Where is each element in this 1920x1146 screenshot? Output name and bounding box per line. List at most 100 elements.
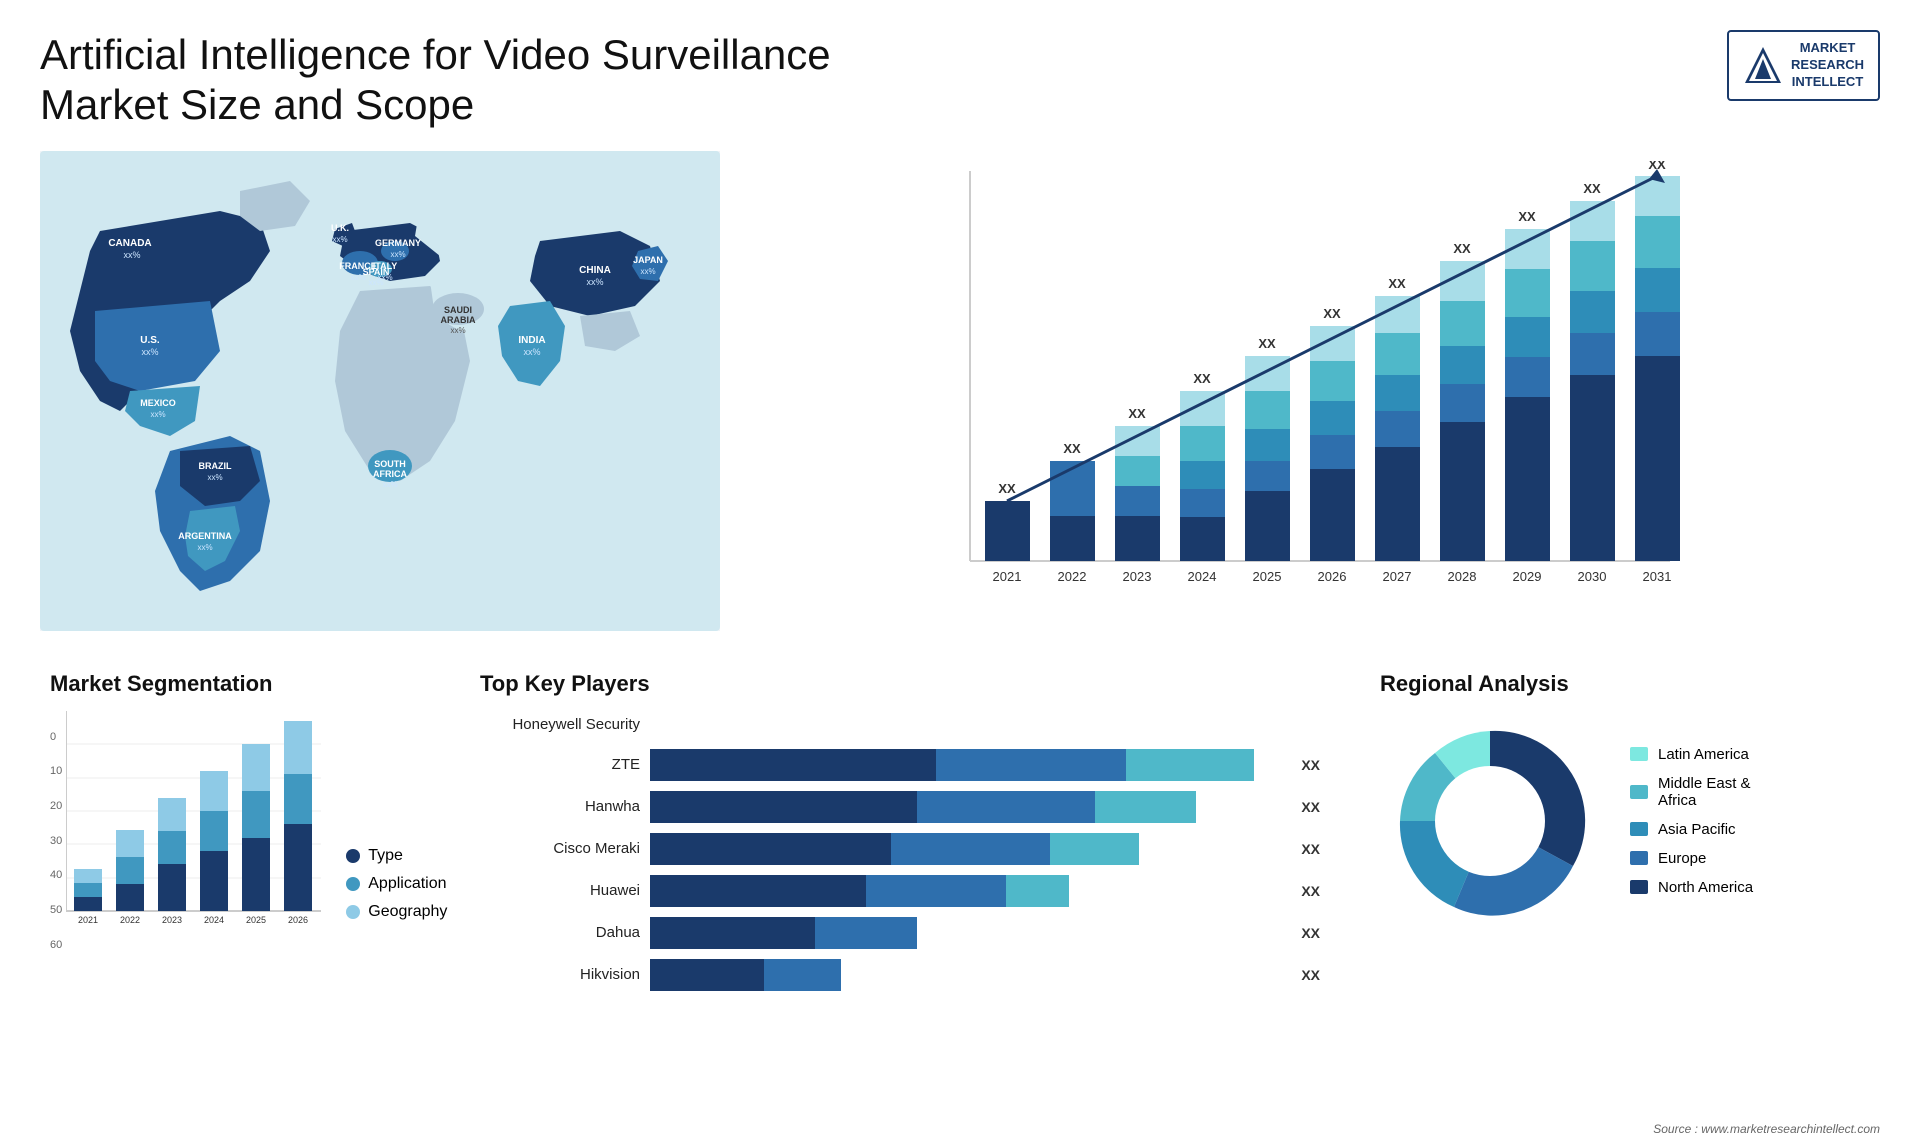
seg-y-labels: 60 50 40 30 20 10 0 [50, 731, 62, 951]
svg-text:2028: 2028 [1448, 569, 1477, 584]
regional-legend: Latin America Middle East &Africa Asia P… [1630, 746, 1753, 896]
svg-text:ARGENTINA: ARGENTINA [178, 531, 232, 541]
player-name-hanwha: Hanwha [480, 798, 640, 815]
legend-na-label: North America [1658, 879, 1753, 896]
player-bar-hanwha [650, 791, 1285, 823]
svg-text:XX: XX [1323, 306, 1341, 321]
svg-text:2023: 2023 [162, 915, 182, 925]
svg-text:xx%: xx% [377, 273, 392, 282]
bar-seg1-zte [650, 749, 936, 781]
svg-text:xx%: xx% [141, 347, 158, 357]
regional-title: Regional Analysis [1380, 671, 1860, 697]
svg-text:SOUTH: SOUTH [374, 459, 406, 469]
svg-text:SAUDI: SAUDI [444, 305, 472, 315]
legend-geography-label: Geography [368, 903, 447, 921]
svg-text:U.S.: U.S. [140, 335, 160, 346]
player-value-hanwha: XX [1301, 799, 1320, 815]
bar-seg2-hikvision [764, 959, 840, 991]
growth-bar-chart: XX 2021 XX 2022 [760, 161, 1860, 621]
player-name-cisco: Cisco Meraki [480, 840, 640, 857]
legend-type: Type [346, 847, 447, 865]
legend-application: Application [346, 875, 447, 893]
player-bar-dahua [650, 917, 1285, 949]
bar-seg1-cisco [650, 833, 891, 865]
svg-text:2026: 2026 [1318, 569, 1347, 584]
header: Artificial Intelligence for Video Survei… [40, 30, 1880, 131]
svg-text:XX: XX [1518, 209, 1536, 224]
svg-text:2026: 2026 [288, 915, 308, 925]
players-chart: Honeywell Security ZTE XX Hanwha [480, 711, 1320, 991]
regional-section: Regional Analysis [1360, 661, 1880, 1011]
svg-text:CANADA: CANADA [108, 238, 151, 249]
svg-text:xx%: xx% [382, 480, 397, 489]
logo: MARKETRESEARCHINTELLECT [1727, 30, 1880, 101]
logo-icon [1743, 45, 1783, 85]
svg-text:2029: 2029 [1513, 569, 1542, 584]
legend-latin-america-label: Latin America [1658, 746, 1749, 763]
player-value-zte: XX [1301, 757, 1320, 773]
svg-text:xx%: xx% [150, 410, 165, 419]
bar-seg1-hikvision [650, 959, 764, 991]
svg-text:xx%: xx% [450, 326, 465, 335]
seg-chart-inner: 60 50 40 30 20 10 0 [50, 711, 326, 951]
player-row-dahua: Dahua XX [480, 917, 1320, 949]
player-bar-zte [650, 749, 1285, 781]
legend-mea-label: Middle East &Africa [1658, 775, 1751, 809]
player-value-huawei: XX [1301, 883, 1320, 899]
svg-text:XX: XX [1453, 241, 1471, 256]
segmentation-title: Market Segmentation [50, 671, 430, 697]
svg-text:2027: 2027 [1383, 569, 1412, 584]
svg-text:2021: 2021 [993, 569, 1022, 584]
svg-text:2022: 2022 [1058, 569, 1087, 584]
player-row-zte: ZTE XX [480, 749, 1320, 781]
source-text: Source : www.marketresearchintellect.com [1653, 1122, 1880, 1136]
player-row-hikvision: Hikvision XX [480, 959, 1320, 991]
legend-latin-america-color [1630, 747, 1648, 761]
svg-text:2030: 2030 [1578, 569, 1607, 584]
legend-europe: Europe [1630, 850, 1753, 867]
svg-text:2024: 2024 [1188, 569, 1217, 584]
player-name-zte: ZTE [480, 756, 640, 773]
svg-text:INDIA: INDIA [518, 335, 545, 346]
svg-text:2023: 2023 [1123, 569, 1152, 584]
player-row-cisco: Cisco Meraki XX [480, 833, 1320, 865]
segmentation-content: 60 50 40 30 20 10 0 [50, 711, 430, 951]
legend-north-america: North America [1630, 879, 1753, 896]
player-bar-honeywell [650, 711, 1304, 739]
svg-text:U.K.: U.K. [331, 223, 349, 233]
regional-content: Latin America Middle East &Africa Asia P… [1380, 711, 1860, 931]
player-bar-cisco [650, 833, 1285, 865]
svg-text:xx%: xx% [390, 250, 405, 259]
svg-text:2022: 2022 [120, 915, 140, 925]
legend-geography-dot [346, 905, 360, 919]
legend-application-label: Application [368, 875, 446, 893]
svg-text:BRAZIL: BRAZIL [199, 461, 232, 471]
page-title: Artificial Intelligence for Video Survei… [40, 30, 840, 131]
svg-text:XX: XX [1258, 336, 1276, 351]
legend-latin-america: Latin America [1630, 746, 1753, 763]
bar-seg1-dahua [650, 917, 815, 949]
player-bar-huawei [650, 875, 1285, 907]
legend-type-label: Type [368, 847, 403, 865]
bar-seg2-hanwha [917, 791, 1095, 823]
svg-text:JAPAN: JAPAN [633, 255, 663, 265]
segmentation-section: Market Segmentation 60 50 40 30 20 10 0 [40, 661, 440, 1011]
svg-text:CHINA: CHINA [579, 265, 611, 276]
svg-text:2021: 2021 [78, 915, 98, 925]
donut-svg [1380, 711, 1600, 931]
svg-text:XX: XX [1063, 441, 1081, 456]
bar-seg3-cisco [1050, 833, 1139, 865]
svg-text:XX: XX [1388, 276, 1406, 291]
svg-text:XX: XX [998, 481, 1016, 496]
player-bar-hikvision [650, 959, 1285, 991]
bar-seg3-zte [1126, 749, 1253, 781]
bar-seg1-huawei [650, 875, 866, 907]
seg-legend: Type Application Geography [346, 847, 447, 951]
players-section: Top Key Players Honeywell Security ZTE [460, 661, 1340, 1011]
svg-text:ITALY: ITALY [373, 261, 398, 271]
svg-text:xx%: xx% [586, 277, 603, 287]
bar-seg2-zte [936, 749, 1127, 781]
bar-chart-section: XX 2021 XX 2022 [740, 151, 1880, 631]
legend-europe-color [1630, 851, 1648, 865]
legend-apac-label: Asia Pacific [1658, 821, 1736, 838]
